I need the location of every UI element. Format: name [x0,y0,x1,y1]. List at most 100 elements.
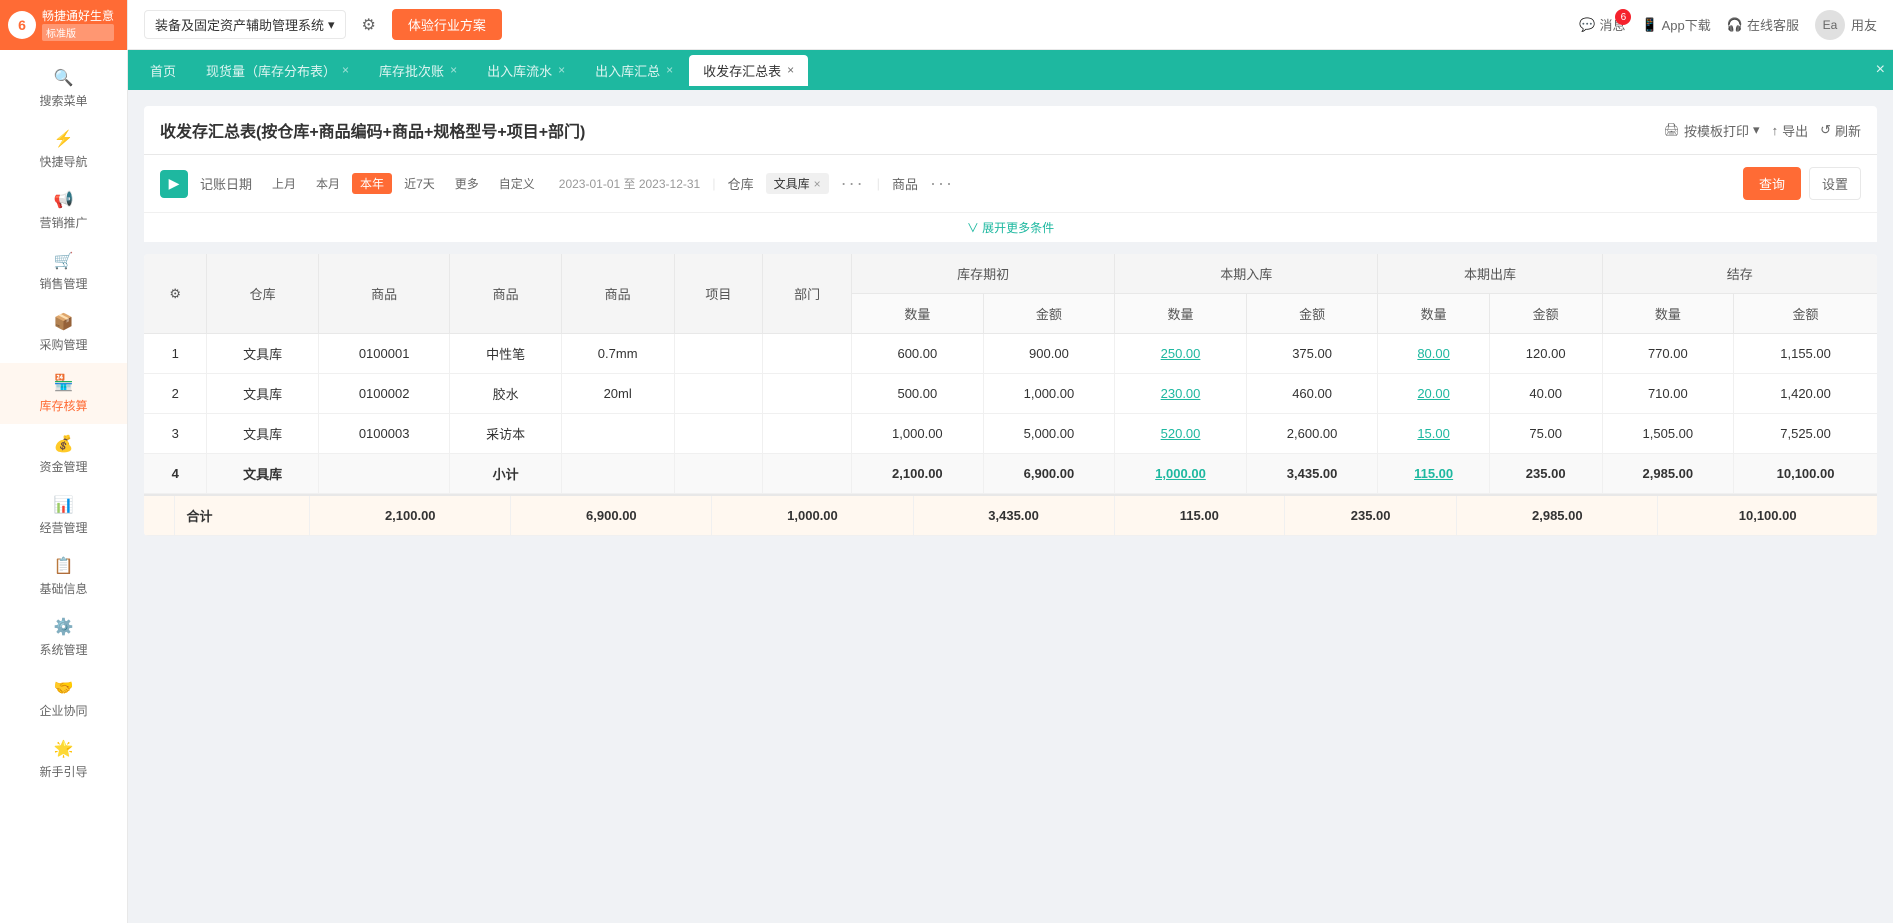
row-in-amt: 2,600.00 [1246,414,1378,454]
warehouse-tag: 文具库 × [766,173,829,194]
sidebar-item-business[interactable]: 📊经营管理 [0,485,127,546]
row-warehouse: 文具库 [207,414,318,454]
sidebar-item-finance[interactable]: 💰资金管理 [0,424,127,485]
sidebar-icon-basic: 📋 [54,556,74,576]
sidebar-label-basic: 基础信息 [39,580,87,597]
tab-batch-close[interactable]: × [450,63,457,77]
print-button[interactable]: 🖨 按模板打印 ▾ [1664,121,1760,140]
sidebar-label-business: 经营管理 [39,519,87,536]
sidebar-label-system: 系统管理 [39,641,87,658]
date-last-month[interactable]: 上月 [264,173,304,194]
row-dept [763,414,852,454]
expand-conditions[interactable]: ∨ 展开更多条件 [144,212,1877,242]
date-more[interactable]: 更多 [447,173,487,194]
date-this-year[interactable]: 本年 [352,173,392,194]
topbar-settings-icon[interactable]: ⚙ [362,15,376,35]
sidebar-icon-quick-nav: ⚡ [54,129,74,149]
row-out-qty[interactable]: 20.00 [1378,374,1489,414]
row-in-qty[interactable]: 250.00 [1115,334,1247,374]
tab-inout-summary[interactable]: 出入库汇总 × [581,55,687,86]
system-select-chevron: ▾ [328,17,335,33]
sidebar: 6 畅捷通好生意 标准版 🔍搜索菜单⚡快捷导航📢营销推广🛒销售管理📦采购管理🏪库… [0,0,128,923]
refresh-button[interactable]: ↺ 刷新 [1820,121,1861,140]
warehouse-more[interactable]: ··· [841,173,865,194]
query-button[interactable]: 查询 [1743,167,1801,200]
refresh-icon: ↺ [1820,122,1831,138]
in-qty-header: 数量 [1115,294,1247,334]
row-out-qty[interactable]: 115.00 [1378,454,1489,494]
settings-button[interactable]: 设置 [1809,167,1861,200]
logo-badge: 标准版 [42,24,114,41]
tab-inout-flow-close[interactable]: × [558,63,565,77]
opening-amt-header: 金额 [983,294,1115,334]
footer-opening-amt: 6,900.00 [511,495,712,536]
sidebar-item-basic[interactable]: 📋 基础信息 [0,546,127,607]
row-in-qty[interactable]: 230.00 [1115,374,1247,414]
row-sku-code: 0100001 [318,334,450,374]
row-out-qty[interactable]: 80.00 [1378,334,1489,374]
row-sku-code [318,454,450,494]
sidebar-item-sales[interactable]: 🛒销售管理 [0,241,127,302]
date-this-month[interactable]: 本月 [308,173,348,194]
tab-inout-summary-close[interactable]: × [666,63,673,77]
row-in-qty[interactable]: 520.00 [1115,414,1247,454]
col-out-header: 本期出库 [1378,254,1602,294]
goods-more[interactable]: ··· [930,173,954,194]
app-download-action[interactable]: 📱 App下载 [1641,15,1710,34]
export-icon: ↑ [1772,123,1779,138]
tab-recv-send-summary[interactable]: 收发存汇总表 × [689,55,808,86]
footer-in-qty: 1,000.00 [712,495,913,536]
footer-out-qty: 115.00 [1114,495,1284,536]
sidebar-icon-inventory: 🏪 [54,373,74,393]
sidebar-label-enterprise: 企业协同 [39,702,87,719]
trial-button[interactable]: 体验行业方案 [392,9,502,40]
expand-label[interactable]: ∨ 展开更多条件 [967,221,1054,235]
topbar: 装备及固定资产辅助管理系统 ▾ ⚙ 体验行业方案 💬 消息 6 📱 App下载 … [128,0,1893,50]
warehouse-tag-close[interactable]: × [814,177,821,191]
row-in-qty[interactable]: 1,000.00 [1115,454,1247,494]
tab-recv-send-summary-close[interactable]: × [787,63,794,77]
sidebar-item-marketing[interactable]: 📢营销推广 [0,180,127,241]
tab-inventory-dist-close[interactable]: × [342,63,349,77]
col-sku-spec-header: 商品 [561,254,674,334]
main-area: 装备及固定资产辅助管理系统 ▾ ⚙ 体验行业方案 💬 消息 6 📱 App下载 … [128,0,1893,923]
tab-home[interactable]: 首页 [136,55,190,86]
row-no: 2 [144,374,207,414]
sidebar-icon-system: ⚙️ [54,617,74,637]
sidebar-item-purchase[interactable]: 📦采购管理 [0,302,127,363]
close-amt-header: 金额 [1734,294,1877,334]
sidebar-item-newbie[interactable]: 🌟新手引导 [0,729,127,790]
sidebar-item-system[interactable]: ⚙️ 系统管理 [0,607,127,668]
user-menu[interactable]: Ea 用友 [1815,10,1877,40]
online-service-label: 在线客服 [1747,15,1799,34]
sidebar-item-enterprise[interactable]: 🤝企业协同 [0,668,127,729]
tab-inventory-dist[interactable]: 现货量（库存分布表） × [192,55,363,86]
row-out-amt: 75.00 [1489,414,1602,454]
print-label: 按模板打印 [1684,121,1749,140]
tab-batch[interactable]: 库存批次账 × [365,55,471,86]
sidebar-item-quick-nav[interactable]: ⚡快捷导航 [0,119,127,180]
topbar-actions: 💬 消息 6 📱 App下载 🎧 在线客服 Ea 用友 [1579,10,1877,40]
tab-inout-flow[interactable]: 出入库流水 × [473,55,579,86]
message-action[interactable]: 💬 消息 6 [1579,15,1625,34]
avatar: Ea [1815,10,1845,40]
sidebar-item-search[interactable]: 🔍搜索菜单 [0,58,127,119]
tab-inout-flow-label: 出入库流水 [487,61,552,80]
sidebar-label-sales: 销售管理 [39,275,87,292]
sidebar-item-inventory[interactable]: 🏪 库存核算 [0,363,127,424]
col-settings[interactable]: ⚙ [144,254,207,334]
date-custom[interactable]: 自定义 [491,173,543,194]
export-button[interactable]: ↑ 导出 [1772,121,1809,140]
date-7days[interactable]: 近7天 [396,173,443,194]
row-sku-name: 中性笔 [450,334,561,374]
row-out-qty[interactable]: 15.00 [1378,414,1489,454]
online-service-action[interactable]: 🎧 在线客服 [1727,15,1799,34]
system-select[interactable]: 装备及固定资产辅助管理系统 ▾ [144,10,346,39]
sidebar-label-inventory: 库存核算 [39,397,87,414]
filter-toggle[interactable]: ▶ [160,170,188,198]
close-all-tabs[interactable]: × [1876,61,1885,79]
row-opening-qty: 600.00 [852,334,984,374]
row-close-amt: 7,525.00 [1734,414,1877,454]
tab-home-label: 首页 [150,61,176,80]
tabs-bar: 首页 现货量（库存分布表） × 库存批次账 × 出入库流水 × 出入库汇总 × … [128,50,1893,90]
